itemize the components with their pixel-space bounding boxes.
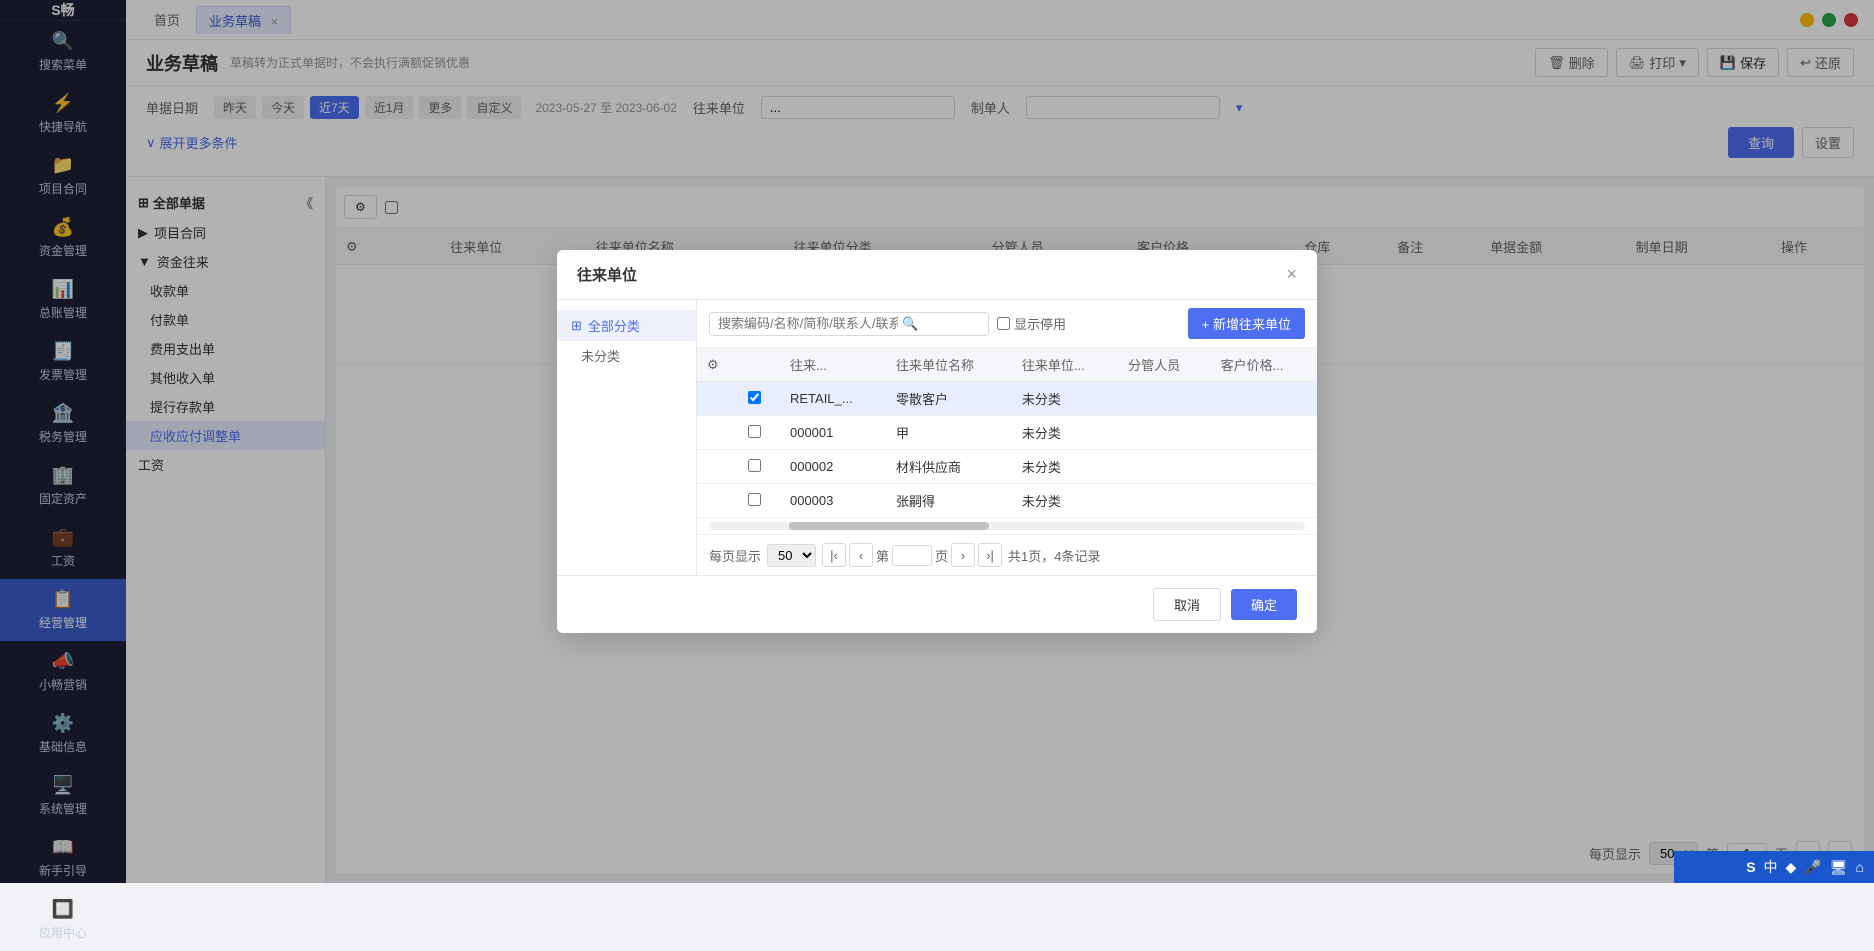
page-nav: |‹ ‹ 第 1 页 › ›| [822,543,1002,567]
taskbar-icon-diamond[interactable]: ◆ [1786,859,1797,876]
row-checkbox[interactable] [738,382,780,416]
row-code: 000003 [780,484,886,518]
search-box: 🔍 [709,312,989,336]
sidebar-item-label: 应用中心 [39,924,87,941]
cancel-button[interactable]: 取消 [1153,588,1221,621]
modal-sidebar-unclassified[interactable]: 未分类 [557,341,696,370]
next-page-btn[interactable]: › [951,543,975,567]
show-disabled-checkbox[interactable] [997,317,1010,330]
row-checkbox[interactable] [738,484,780,518]
row-name: 甲 [886,416,1012,450]
row-price [1211,450,1317,484]
taskbar: S 中 ◆ 🎤 🖥 ⌂ [1674,851,1874,883]
modal-page-input[interactable]: 1 [892,545,932,566]
sidebar-item-app[interactable]: 🔲 应用中心 [0,889,126,951]
prev-page-btn[interactable]: ‹ [849,543,873,567]
row-settings [697,484,738,518]
table-row[interactable]: 000002 材料供应商 未分类 [697,450,1317,484]
modal-sidebar-all[interactable]: ⊞ 全部分类 [557,310,696,341]
modal-title: 往来单位 [577,264,637,285]
modal-footer: 取消 确定 [557,575,1317,633]
modal-toolbar: 🔍 显示停用 + 新增往来单位 [697,300,1317,348]
modal-body: ⊞ 全部分类 未分类 🔍 显示停用 [557,300,1317,575]
row-price [1211,484,1317,518]
modal-table-wrapper: ⚙ 往来... 往来单位名称 往来单位... 分管人员 客户价格... [697,348,1317,534]
row-name: 材料供应商 [886,450,1012,484]
table-row[interactable]: 000001 甲 未分类 [697,416,1317,450]
row-manager [1118,382,1210,416]
modal-col-price: 客户价格... [1211,348,1317,382]
row-manager [1118,450,1210,484]
add-partner-button[interactable]: + 新增往来单位 [1188,308,1305,339]
search-icon: 🔍 [902,316,918,332]
taskbar-logo: S [1746,859,1755,875]
grid-icon: ⊞ [571,318,582,334]
show-disabled-checkbox-group: 显示停用 [997,314,1066,333]
modal-overlay[interactable]: 往来单位 × ⊞ 全部分类 未分类 🔍 [0,0,1874,883]
modal-col-code: 往来... [780,348,886,382]
row-name: 零散客户 [886,382,1012,416]
modal-close-btn[interactable]: × [1286,264,1297,285]
row-category: 未分类 [1012,450,1118,484]
show-disabled-label: 显示停用 [1014,314,1066,333]
table-row[interactable]: RETAIL_... 零散客户 未分类 [697,382,1317,416]
total-info: 共1页，4条记录 [1008,546,1100,565]
modal-header: 往来单位 × [557,250,1317,300]
modal-table: ⚙ 往来... 往来单位名称 往来单位... 分管人员 客户价格... [697,348,1317,518]
taskbar-icon-text[interactable]: 中 [1764,857,1778,877]
horizontal-scrollbar[interactable] [709,522,1305,530]
taskbar-icon-home[interactable]: ⌂ [1856,859,1864,875]
modal-sidebar: ⊞ 全部分类 未分类 [557,300,697,575]
modal-col-name: 往来单位名称 [886,348,1012,382]
scrollbar-thumb [789,522,989,530]
taskbar-icon-screen[interactable]: 🖥 [1830,859,1848,876]
modal-per-page-select[interactable]: 50 [767,544,816,567]
row-code: RETAIL_... [780,382,886,416]
table-row[interactable]: 000003 张嗣得 未分类 [697,484,1317,518]
confirm-button[interactable]: 确定 [1231,589,1297,620]
page-label: 第 [876,546,889,565]
modal-col-checkbox [738,348,780,382]
per-page-label: 每页显示 [709,546,761,565]
modal-col-category: 往来单位... [1012,348,1118,382]
row-category: 未分类 [1012,382,1118,416]
modal-main: 🔍 显示停用 + 新增往来单位 ⚙ [697,300,1317,575]
row-settings [697,450,738,484]
row-code: 000002 [780,450,886,484]
row-price [1211,416,1317,450]
row-settings [697,382,738,416]
page-suffix: 页 [935,546,948,565]
partner-modal: 往来单位 × ⊞ 全部分类 未分类 🔍 [557,250,1317,633]
row-checkbox[interactable] [738,416,780,450]
modal-pagination: 每页显示 50 |‹ ‹ 第 1 页 › ›| 共1页，4条记录 [697,534,1317,575]
row-price [1211,382,1317,416]
modal-col-settings: ⚙ [697,348,738,382]
row-category: 未分类 [1012,416,1118,450]
modal-col-manager: 分管人员 [1118,348,1210,382]
row-name: 张嗣得 [886,484,1012,518]
row-settings [697,416,738,450]
row-category: 未分类 [1012,484,1118,518]
row-code: 000001 [780,416,886,450]
row-manager [1118,484,1210,518]
search-input[interactable] [718,316,898,331]
row-checkbox[interactable] [738,450,780,484]
taskbar-icon-mic[interactable]: 🎤 [1804,859,1821,876]
first-page-btn[interactable]: |‹ [822,543,846,567]
last-page-btn[interactable]: ›| [978,543,1002,567]
row-manager [1118,416,1210,450]
app-icon: 🔲 [52,899,74,920]
